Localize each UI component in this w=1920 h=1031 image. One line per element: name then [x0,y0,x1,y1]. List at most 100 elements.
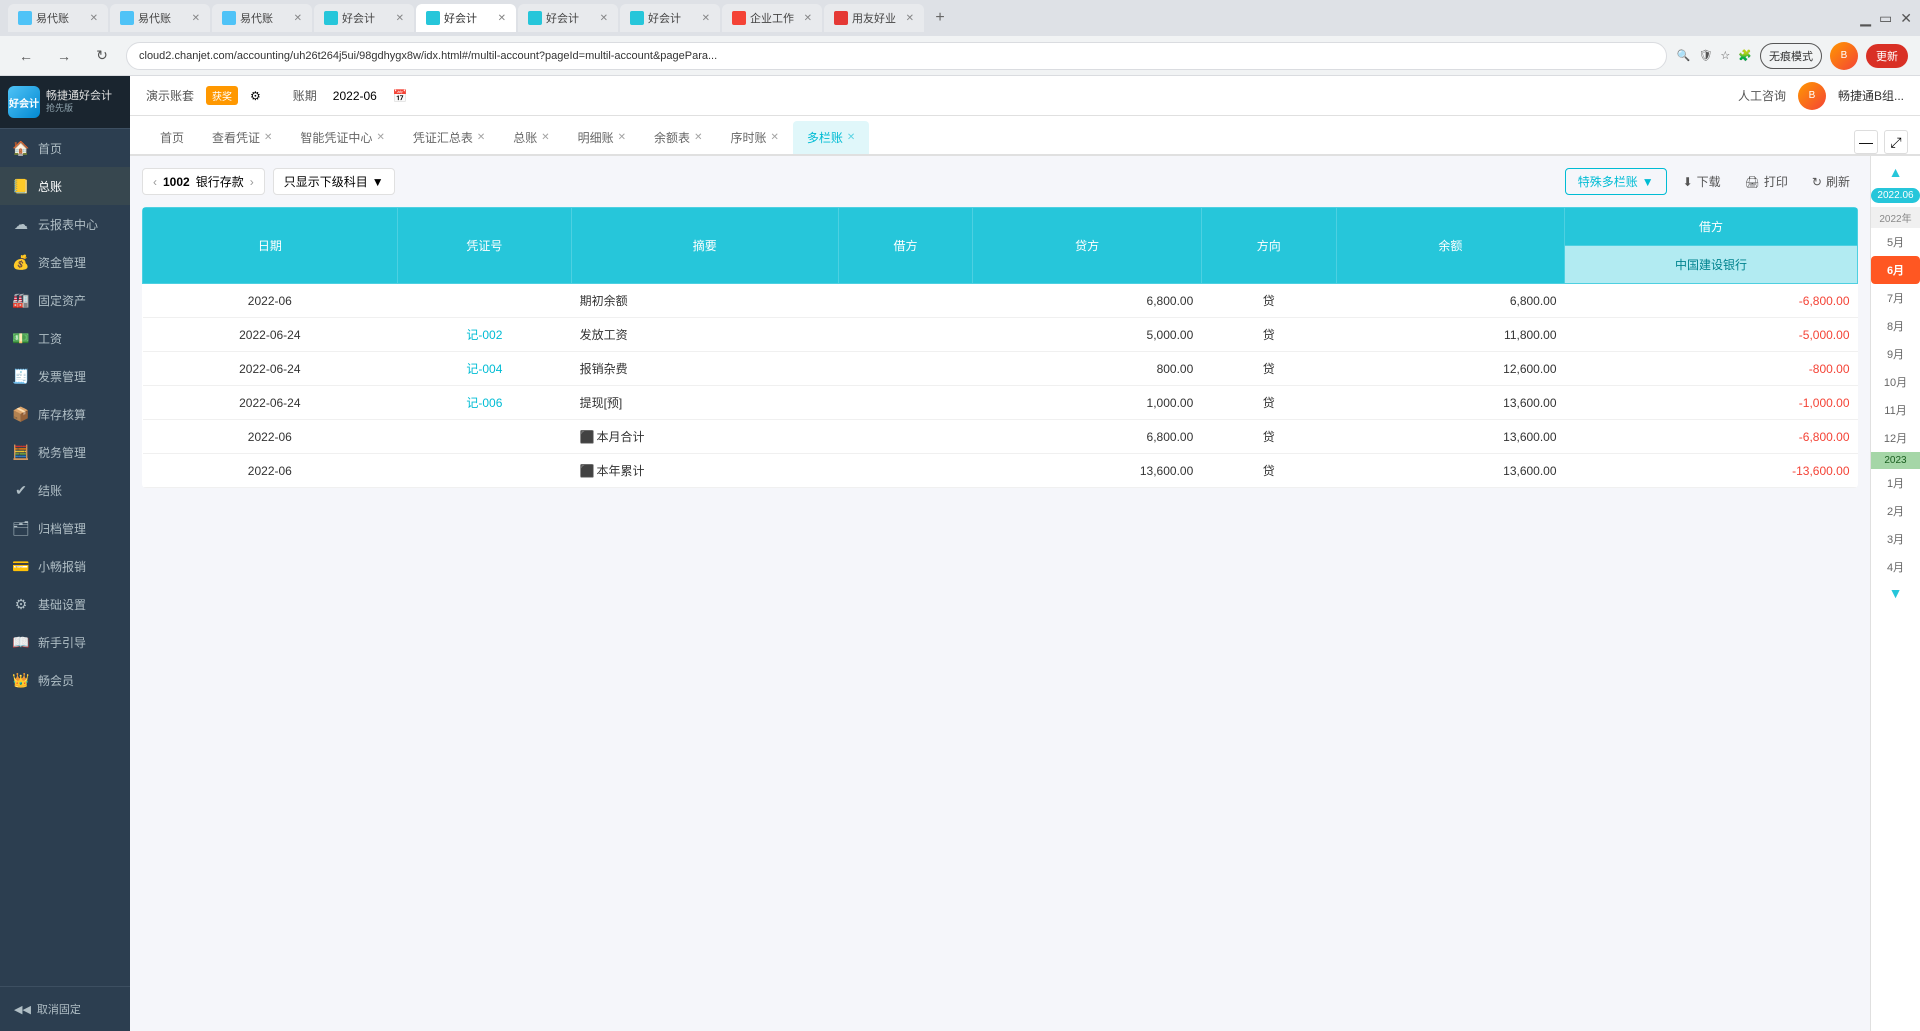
tab-smartvoucher-close[interactable]: ✕ [376,132,384,143]
browser-tab-yidaizhang-3[interactable]: 易代账 ✕ [212,4,312,32]
multi-col-button[interactable]: 特殊多栏账 ▼ [1565,168,1667,195]
tab-close-4[interactable]: ✕ [396,13,404,24]
star-icon[interactable]: ☆ [1720,49,1730,62]
tab-chronological[interactable]: 序时账 ✕ [716,121,792,156]
calendar-month-2023-2[interactable]: 2月 [1871,497,1920,525]
tab-multicolumn-close[interactable]: ✕ [847,132,855,143]
tab-balancetable-close[interactable]: ✕ [694,132,702,143]
calendar-month-11[interactable]: 11月 [1871,396,1920,424]
browser-tab-qiyegongzuo[interactable]: 企业工作 ✕ [722,4,822,32]
tab-close-8[interactable]: ✕ [804,13,812,24]
browser-tab-haohuiji-4[interactable]: 好会计 ✕ [620,4,720,32]
sidebar-item-settings[interactable]: ⚙ 基础设置 [0,585,130,623]
extensions-icon[interactable]: 🧩 [1738,49,1752,62]
search-icon[interactable]: 🔍 [1677,49,1691,62]
sidebar-item-fixedassets[interactable]: 🏭 固定资产 [0,281,130,319]
calendar-month-2023-4[interactable]: 4月 [1871,553,1920,581]
print-button[interactable]: 🖨 打印 [1737,169,1796,194]
minimize-button[interactable]: ▁ [1860,10,1871,27]
tab-close-7[interactable]: ✕ [702,13,710,24]
tab-detailedledger-close[interactable]: ✕ [618,132,626,143]
cell-voucher-1[interactable]: 记-002 [397,318,571,352]
forward-button[interactable]: → [50,42,78,70]
browser-tab-haohuiji-2[interactable]: 好会计 ✕ [416,4,516,32]
reload-button[interactable]: ↻ [88,42,116,70]
tab-generalledger-close[interactable]: ✕ [541,132,549,143]
tab-detailedledger[interactable]: 明细账 ✕ [564,121,640,156]
calendar-month-12[interactable]: 12月 [1871,424,1920,452]
prev-account-button[interactable]: ‹ [153,175,157,189]
cell-voucher-2[interactable]: 记-004 [397,352,571,386]
tab-generalledger[interactable]: 总账 ✕ [499,121,563,156]
browser-tab-haohuiji-1[interactable]: 好会计 ✕ [314,4,414,32]
sidebar-item-tax[interactable]: 🧮 税务管理 [0,433,130,471]
tab-close-5[interactable]: ✕ [498,13,506,24]
cell-voucher-3[interactable]: 记-006 [397,386,571,420]
tab-close-1[interactable]: ✕ [90,13,98,24]
user-avatar[interactable]: B [1798,82,1826,110]
cell-extra-1: -5,000.00 [1565,318,1858,352]
back-button[interactable]: ← [12,42,40,70]
tab-chronological-close[interactable]: ✕ [770,132,778,143]
url-input[interactable]: cloud2.chanjet.com/accounting/uh26t264j5… [126,42,1667,70]
maximize-button[interactable]: ▭ [1879,10,1892,27]
tab-label-2: 易代账 [138,10,171,26]
calendar-month-6[interactable]: 6月 [1871,256,1920,284]
tab-viewvoucher[interactable]: 查看凭证 ✕ [198,121,286,156]
calendar-month-10[interactable]: 10月 [1871,368,1920,396]
calendar-month-8[interactable]: 8月 [1871,312,1920,340]
calendar-month-7[interactable]: 7月 [1871,284,1920,312]
stealth-mode-button[interactable]: 无痕模式 [1760,43,1822,69]
tab-multicolumn[interactable]: 多栏账 ✕ [793,121,869,156]
sidebar-item-archive[interactable]: 🗂 归档管理 [0,509,130,547]
tab-close-3[interactable]: ✕ [294,13,302,24]
next-account-button[interactable]: › [250,175,254,189]
cell-date-2: 2022-06-24 [143,352,398,386]
tab-close-9[interactable]: ✕ [906,13,914,24]
calendar-month-2023-1[interactable]: 1月 [1871,469,1920,497]
tab-close-2[interactable]: ✕ [192,13,200,24]
sidebar-item-inventory[interactable]: 📦 库存核算 [0,395,130,433]
calendar-scroll-down[interactable]: ▼ [1885,581,1907,605]
sidebar-item-cloudreport[interactable]: ☁ 云报表中心 [0,205,130,243]
filter-dropdown[interactable]: 只显示下级科目 ▼ [273,168,395,195]
sidebar-item-home[interactable]: 🏠 首页 [0,129,130,167]
tab-smartvoucher[interactable]: 智能凭证中心 ✕ [286,121,398,156]
browser-tab-haohuiji-3[interactable]: 好会计 ✕ [518,4,618,32]
calendar-month-9[interactable]: 9月 [1871,340,1920,368]
browser-tab-yonyou[interactable]: 用友好业 ✕ [824,4,924,32]
tab-vouchersummary[interactable]: 凭证汇总表 ✕ [399,121,499,156]
download-button[interactable]: ⬇ 下载 [1675,169,1729,194]
sidebar-item-expense[interactable]: 💳 小畅报销 [0,547,130,585]
sidebar-item-invoice[interactable]: 🧾 发票管理 [0,357,130,395]
refresh-button[interactable]: ↻ 刷新 [1804,169,1858,194]
sidebar-item-close[interactable]: ✔ 结账 [0,471,130,509]
tab-viewvoucher-close[interactable]: ✕ [264,132,272,143]
new-tab-button[interactable]: + [926,4,954,32]
sidebar-item-guide[interactable]: 📖 新手引导 [0,623,130,661]
cell-date-5: 2022-06 [143,454,398,488]
help-label[interactable]: 人工咨询 [1738,87,1786,104]
calendar-icon[interactable]: 📅 [393,89,408,103]
minimize-panel-button[interactable]: — [1854,130,1878,154]
tab-vouchersummary-close[interactable]: ✕ [477,132,485,143]
tab-balancetable[interactable]: 余额表 ✕ [640,121,716,156]
maximize-panel-button[interactable]: ⤢ [1884,130,1908,154]
browser-tab-yidaizhang-2[interactable]: 易代账 ✕ [110,4,210,32]
sidebar-item-ledger[interactable]: 📒 总账 [0,167,130,205]
calendar-month-2023-3[interactable]: 3月 [1871,525,1920,553]
sidebar-item-cashflow[interactable]: 💰 资金管理 [0,243,130,281]
sidebar-item-payroll[interactable]: 💵 工资 [0,319,130,357]
th-extra-sub: 中国建设银行 [1565,246,1858,284]
calendar-scroll-up[interactable]: ▲ [1885,160,1907,184]
unpin-button[interactable]: ◀◀ 取消固定 [8,995,122,1023]
calendar-month-5[interactable]: 5月 [1871,228,1920,256]
calendar-year-label-2022[interactable]: 2022.06 [1871,188,1919,203]
browser-tab-yidaizhang-1[interactable]: 易代账 ✕ [8,4,108,32]
tab-close-6[interactable]: ✕ [600,13,608,24]
gear-icon[interactable]: ⚙ [250,89,261,103]
sidebar-item-member[interactable]: 👑 畅会员 [0,661,130,699]
update-button[interactable]: 更新 [1866,44,1908,68]
tab-home[interactable]: 首页 [146,121,198,156]
close-button[interactable]: ✕ [1900,10,1912,27]
